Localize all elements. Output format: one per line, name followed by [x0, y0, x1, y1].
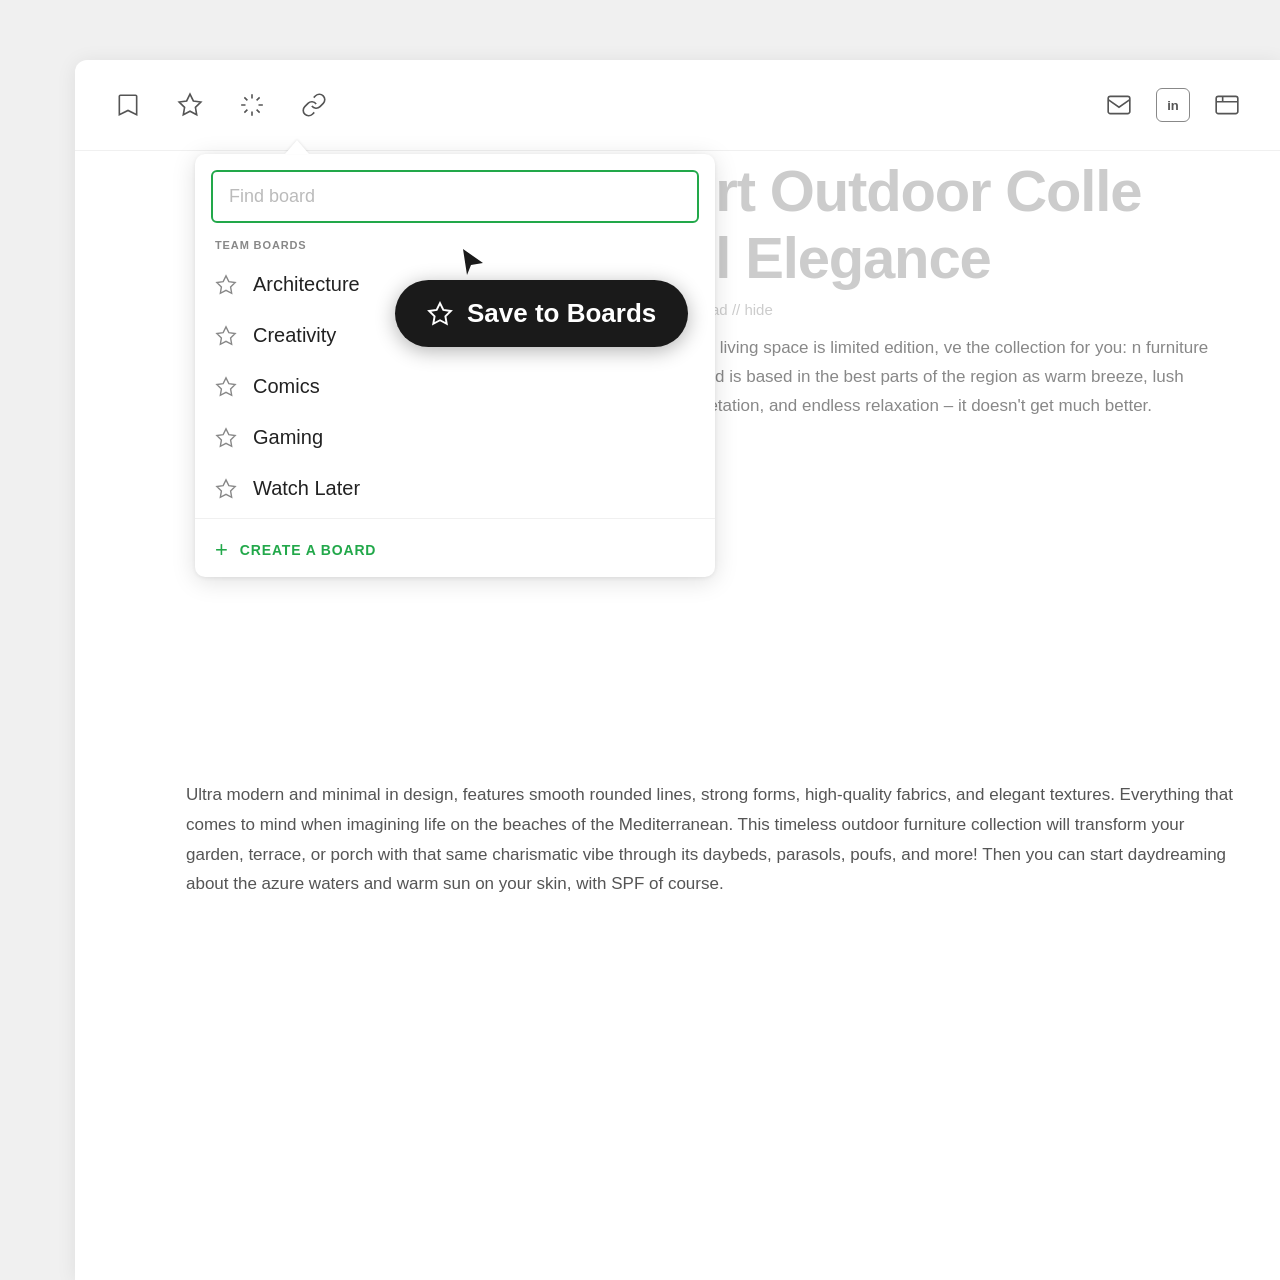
board-item-watch-later[interactable]: Watch Later: [195, 463, 715, 514]
popup-divider: [195, 518, 715, 519]
save-to-boards-tooltip[interactable]: Save to Boards: [395, 280, 688, 347]
article-title-partial: ort Outdoor Colle ol Elegance: [681, 158, 1244, 291]
plus-icon: +: [215, 539, 228, 561]
save-to-boards-label: Save to Boards: [467, 298, 656, 329]
create-board-label: CREATE A BOARD: [240, 542, 376, 558]
bookmark-icon: [115, 92, 141, 118]
article-body-partial-text: door living space is limited edition, ve…: [681, 334, 1244, 421]
article-title-line2: ol Elegance: [681, 225, 991, 290]
board-item-gaming[interactable]: Gaming: [195, 412, 715, 463]
toolbar-left: [111, 88, 331, 122]
svg-rect-1: [1216, 96, 1238, 113]
main-card: in TEAM BOARDS: [75, 60, 1280, 1280]
star-icon-watch-later: [215, 478, 237, 500]
find-board-input[interactable]: [211, 170, 699, 223]
sparkle-button[interactable]: [235, 88, 269, 122]
star-icon-tooltip: [427, 301, 453, 327]
toolbar: in: [75, 60, 1280, 151]
article-title-line1: ort Outdoor Colle: [681, 158, 1141, 223]
more-button[interactable]: [1210, 88, 1244, 122]
email-button[interactable]: [1102, 88, 1136, 122]
svg-marker-2: [463, 249, 483, 275]
article-meta-sep: //: [732, 301, 745, 318]
board-popup-area: TEAM BOARDS Architecture Creativity: [195, 140, 715, 577]
cursor-arrow: [455, 245, 487, 277]
star-icon: [177, 92, 203, 118]
bookmark-button[interactable]: [111, 88, 145, 122]
linkedin-icon: in: [1167, 98, 1179, 113]
sparkle-icon: [239, 92, 265, 118]
star-icon-architecture: [215, 274, 237, 296]
svg-rect-0: [1108, 96, 1130, 113]
board-label-architecture: Architecture: [253, 273, 360, 296]
board-item-comics[interactable]: Comics: [195, 361, 715, 412]
board-label-creativity: Creativity: [253, 324, 336, 347]
search-area: [195, 154, 715, 223]
linkedin-button[interactable]: in: [1156, 88, 1190, 122]
link-button[interactable]: [297, 88, 331, 122]
popup-caret: [285, 140, 309, 154]
board-label-gaming: Gaming: [253, 426, 323, 449]
email-icon: [1106, 92, 1132, 118]
link-icon: [301, 92, 327, 118]
board-label-comics: Comics: [253, 375, 320, 398]
bottom-article-text: Ultra modern and minimal in design, feat…: [186, 780, 1244, 899]
board-popup: TEAM BOARDS Architecture Creativity: [195, 154, 715, 577]
page-container: in TEAM BOARDS: [0, 0, 1280, 1280]
star-button[interactable]: [173, 88, 207, 122]
article-section-right: ort Outdoor Colle ol Elegance unread // …: [645, 148, 1280, 431]
bottom-article: Ultra modern and minimal in design, feat…: [150, 780, 1280, 899]
more-icon: [1214, 92, 1240, 118]
toolbar-right: in: [1102, 88, 1244, 122]
article-hide: hide: [744, 301, 772, 318]
star-icon-comics: [215, 376, 237, 398]
star-icon-creativity: [215, 325, 237, 347]
article-meta-partial: unread // hide: [681, 301, 1244, 318]
create-board-button[interactable]: + CREATE A BOARD: [195, 523, 715, 577]
board-label-watch-later: Watch Later: [253, 477, 360, 500]
cursor-icon: [455, 245, 487, 277]
article-body-partial: door living space is limited edition, ve…: [681, 334, 1244, 421]
star-icon-gaming: [215, 427, 237, 449]
